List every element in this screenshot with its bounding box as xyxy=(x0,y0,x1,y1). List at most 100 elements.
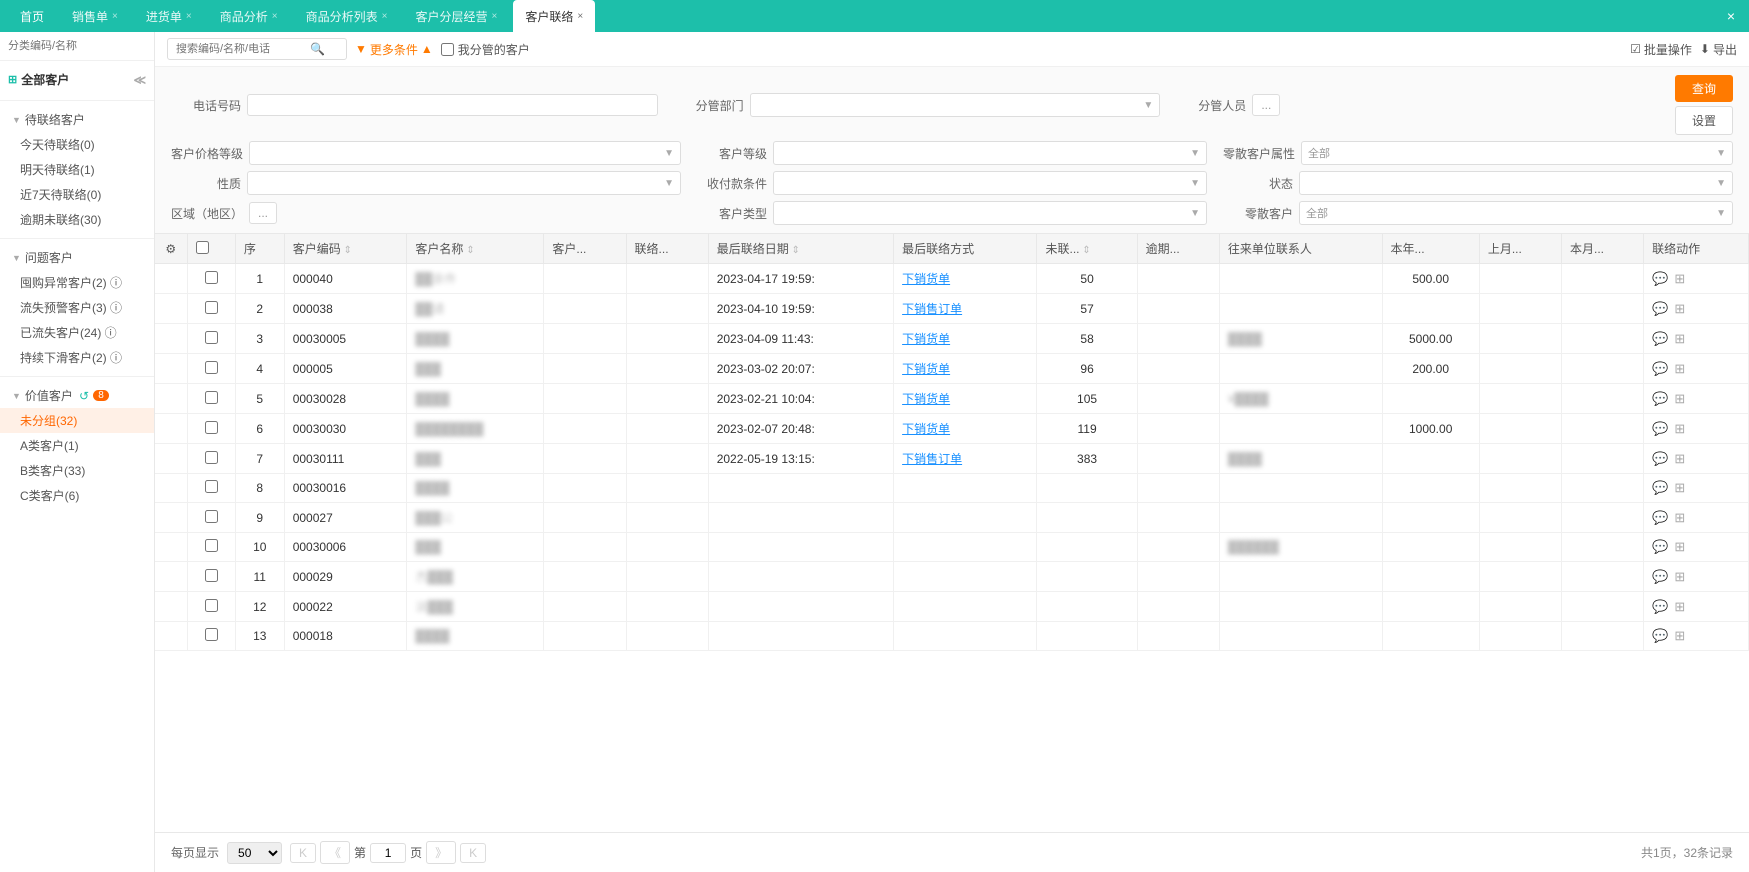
filter-dept-select[interactable]: ▼ xyxy=(750,93,1161,117)
row-checkbox[interactable] xyxy=(205,539,218,552)
sidebar-a-class[interactable]: A类客户(1) xyxy=(0,433,154,458)
nav-tab-customer-contact[interactable]: 客户联络 × xyxy=(513,0,595,32)
last-method-cell[interactable]: 下销货单 xyxy=(894,324,1037,354)
all-customers-header[interactable]: ⊞ 全部客户 ≪ xyxy=(0,65,154,94)
last-method-link[interactable]: 下销货单 xyxy=(902,332,950,346)
checkbox-cell[interactable] xyxy=(187,384,235,414)
grid-action-icon[interactable]: ⊞ xyxy=(1674,391,1685,407)
checkbox-cell[interactable] xyxy=(187,533,235,562)
checkbox-cell[interactable] xyxy=(187,264,235,294)
checkbox-cell[interactable] xyxy=(187,324,235,354)
next-page-btn[interactable]: 》 xyxy=(426,841,456,864)
last-method-cell[interactable] xyxy=(894,592,1037,622)
checkbox-col-header[interactable] xyxy=(187,234,235,264)
chat-icon[interactable]: 💬 xyxy=(1652,421,1668,437)
last-method-cell[interactable] xyxy=(894,474,1037,503)
filter-ctype-select[interactable]: ▼ xyxy=(773,201,1207,225)
last-method-link[interactable]: 下销货单 xyxy=(902,272,950,286)
page-input[interactable] xyxy=(370,843,406,863)
chat-icon[interactable]: 💬 xyxy=(1652,451,1668,467)
chat-icon[interactable]: 💬 xyxy=(1652,361,1668,377)
my-customers-checkbox[interactable]: 我分管的客户 xyxy=(441,41,530,58)
filter-phone-input[interactable] xyxy=(247,94,658,116)
last-method-cell[interactable]: 下销售订单 xyxy=(894,444,1037,474)
sidebar-c-class[interactable]: C类客户(6) xyxy=(0,483,154,508)
main-search-input[interactable] xyxy=(176,43,306,55)
filter-payment-select[interactable]: ▼ xyxy=(773,171,1207,195)
sidebar-search-input[interactable] xyxy=(8,40,150,52)
grid-action-icon[interactable]: ⊞ xyxy=(1674,480,1685,496)
row-checkbox[interactable] xyxy=(205,301,218,314)
sidebar-churned[interactable]: 已流失客户(24) ⓘ xyxy=(0,320,154,345)
first-page-btn[interactable]: K xyxy=(290,843,316,863)
filter-clevel-select[interactable]: ▼ xyxy=(773,141,1207,165)
last-method-cell[interactable] xyxy=(894,622,1037,651)
close-tab-purchase[interactable]: × xyxy=(186,11,192,22)
grid-action-icon[interactable]: ⊞ xyxy=(1674,539,1685,555)
last-method-cell[interactable]: 下销售订单 xyxy=(894,294,1037,324)
chat-icon[interactable]: 💬 xyxy=(1652,628,1668,644)
nav-tab-purchase[interactable]: 进货单 × xyxy=(134,0,204,32)
collapse-all-icon[interactable]: ≪ xyxy=(133,73,146,87)
row-checkbox[interactable] xyxy=(205,628,218,641)
uncontacted-col-header[interactable]: 未联... xyxy=(1037,234,1137,264)
last-method-cell[interactable] xyxy=(894,533,1037,562)
last-method-cell[interactable]: 下销货单 xyxy=(894,354,1037,384)
chat-icon[interactable]: 💬 xyxy=(1652,271,1668,287)
more-conditions-btn[interactable]: ▼ 更多条件 ▲ xyxy=(355,41,433,58)
row-checkbox[interactable] xyxy=(205,569,218,582)
last-method-link[interactable]: 下销售订单 xyxy=(902,452,962,466)
last-method-cell[interactable]: 下销货单 xyxy=(894,414,1037,444)
prev-page-btn[interactable]: 《 xyxy=(320,841,350,864)
row-checkbox[interactable] xyxy=(205,480,218,493)
last-method-cell[interactable] xyxy=(894,562,1037,592)
filter-retail-select[interactable]: 全部 ▼ xyxy=(1301,141,1733,165)
code-col-header[interactable]: 客户编码 xyxy=(284,234,407,264)
sidebar-declining[interactable]: 持续下滑客户(2) ⓘ xyxy=(0,345,154,370)
filter-region-ellipsis[interactable]: ... xyxy=(249,202,277,224)
pending-contact-header[interactable]: ▼ 待联络客户 xyxy=(0,107,154,132)
sidebar-b-class[interactable]: B类客户(33) xyxy=(0,458,154,483)
last-method-cell[interactable]: 下销货单 xyxy=(894,384,1037,414)
grid-action-icon[interactable]: ⊞ xyxy=(1674,271,1685,287)
grid-action-icon[interactable]: ⊞ xyxy=(1674,569,1685,585)
grid-action-icon[interactable]: ⊞ xyxy=(1674,331,1685,347)
sidebar-hoarding-abnormal[interactable]: 囤购异常客户(2) ⓘ xyxy=(0,270,154,295)
chat-icon[interactable]: 💬 xyxy=(1652,510,1668,526)
page-size-select[interactable]: 50 100 200 xyxy=(227,842,282,864)
row-checkbox[interactable] xyxy=(205,361,218,374)
grid-action-icon[interactable]: ⊞ xyxy=(1674,361,1685,377)
filter-retail2-select[interactable]: 全部 ▼ xyxy=(1299,201,1733,225)
sidebar-tomorrow-pending[interactable]: 明天待联络(1) xyxy=(0,157,154,182)
main-search-icon[interactable]: 🔍 xyxy=(310,42,325,56)
filter-manager-ellipsis[interactable]: ... xyxy=(1252,94,1280,116)
last-date-col-header[interactable]: 最后联络日期 xyxy=(708,234,893,264)
nav-tab-home[interactable]: 首页 xyxy=(8,0,56,32)
select-all-checkbox[interactable] xyxy=(196,241,209,254)
sidebar-today-pending[interactable]: 今天待联络(0) xyxy=(0,132,154,157)
grid-action-icon[interactable]: ⊞ xyxy=(1674,451,1685,467)
row-checkbox[interactable] xyxy=(205,391,218,404)
checkbox-cell[interactable] xyxy=(187,294,235,324)
chat-icon[interactable]: 💬 xyxy=(1652,599,1668,615)
chat-icon[interactable]: 💬 xyxy=(1652,480,1668,496)
settings-col-header[interactable]: ⚙ xyxy=(155,234,187,264)
last-page-btn[interactable]: K xyxy=(460,843,486,863)
close-tab-customer-contact[interactable]: × xyxy=(577,11,583,22)
checkbox-cell[interactable] xyxy=(187,414,235,444)
last-method-cell[interactable] xyxy=(894,503,1037,533)
last-method-link[interactable]: 下销货单 xyxy=(902,362,950,376)
chat-icon[interactable]: 💬 xyxy=(1652,391,1668,407)
row-checkbox[interactable] xyxy=(205,331,218,344)
checkbox-cell[interactable] xyxy=(187,444,235,474)
my-customers-check[interactable] xyxy=(441,43,454,56)
chat-icon[interactable]: 💬 xyxy=(1652,539,1668,555)
nav-tab-sales[interactable]: 销售单 × xyxy=(60,0,130,32)
grid-action-icon[interactable]: ⊞ xyxy=(1674,510,1685,526)
nav-tab-product-analysis[interactable]: 商品分析 × xyxy=(208,0,290,32)
last-method-cell[interactable]: 下销货单 xyxy=(894,264,1037,294)
checkbox-cell[interactable] xyxy=(187,354,235,384)
filter-price-select[interactable]: ▼ xyxy=(249,141,681,165)
sidebar-7days-pending[interactable]: 近7天待联络(0) xyxy=(0,182,154,207)
row-checkbox[interactable] xyxy=(205,451,218,464)
